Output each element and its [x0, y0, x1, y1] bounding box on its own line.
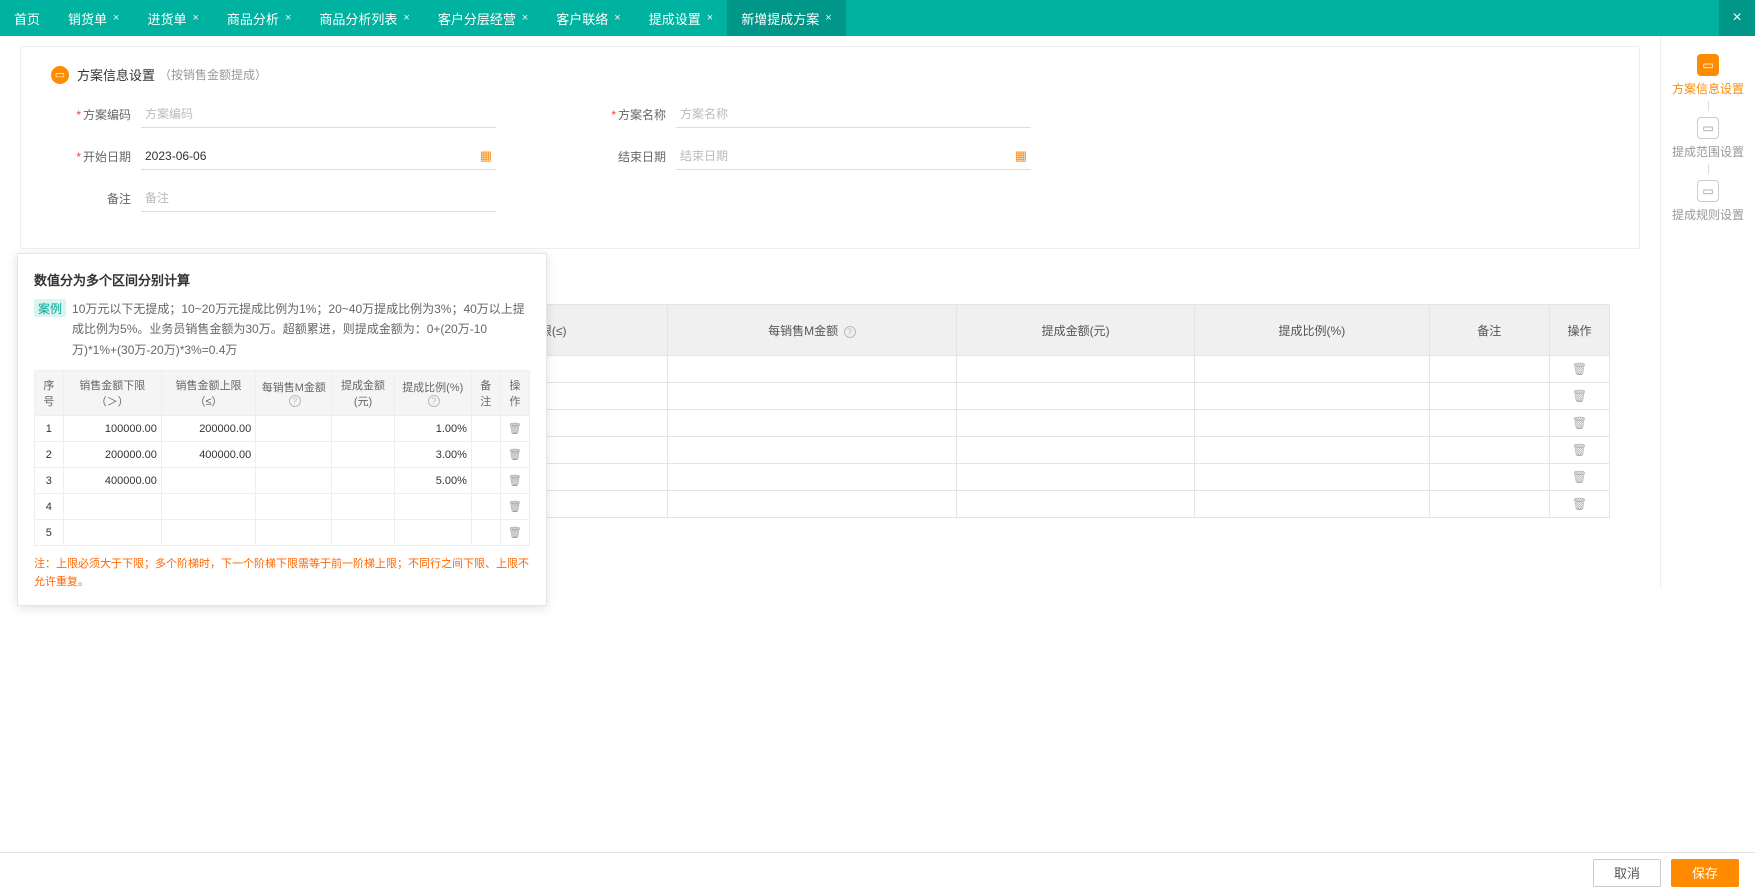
- mini-col-header: 每销售M金额 ?: [256, 371, 332, 416]
- panel-icon: ▭: [51, 66, 69, 84]
- delete-icon[interactable]: 🗑: [1572, 470, 1587, 484]
- tab-首页[interactable]: 首页: [0, 0, 54, 36]
- tooltip-table: 序号销售金额下限（＞）销售金额上限（≤）每销售M金额 ?提成金额(元)提成比例(…: [34, 370, 530, 546]
- delete-icon[interactable]: 🗑: [1572, 389, 1587, 403]
- example-text: 10万元以下无提成；10~20万元提成比例为1%；20~40万提成比例为3%；4…: [72, 299, 530, 360]
- start-date-input[interactable]: [141, 142, 496, 170]
- cancel-button[interactable]: 取消: [1593, 859, 1661, 887]
- mini-col-header: 提成金额(元): [332, 371, 394, 416]
- mini-col-header: 提成比例(%) ?: [394, 371, 471, 416]
- delete-icon[interactable]: 🗑: [1572, 416, 1587, 430]
- mini-row: 3400000.005.00%🗑: [35, 468, 530, 494]
- interval-tooltip: 数值分为多个区间分别计算 案例 10万元以下无提成；10~20万元提成比例为1%…: [17, 253, 547, 606]
- tab-close-icon[interactable]: ×: [113, 12, 119, 24]
- col-header: 备注: [1429, 305, 1549, 356]
- col-header: 操作: [1550, 305, 1610, 356]
- mini-row: 2200000.00400000.003.00%🗑: [35, 442, 530, 468]
- delete-icon[interactable]: 🗑: [1572, 362, 1587, 376]
- tab-商品分析[interactable]: 商品分析×: [213, 0, 305, 36]
- tabbar-close-button[interactable]: ×: [1719, 0, 1755, 36]
- tooltip-title: 数值分为多个区间分别计算: [34, 270, 530, 289]
- delete-icon[interactable]: 🗑: [508, 501, 522, 513]
- step-0[interactable]: ▭方案信息设置: [1661, 54, 1755, 97]
- mini-col-header: 销售金额下限（＞）: [63, 371, 161, 416]
- end-date-label: 结束日期: [618, 150, 666, 164]
- tab-close-icon[interactable]: ×: [192, 12, 198, 24]
- tab-close-icon[interactable]: ×: [285, 12, 291, 24]
- help-icon[interactable]: ?: [844, 326, 856, 338]
- delete-icon[interactable]: 🗑: [508, 475, 522, 487]
- tab-进货单[interactable]: 进货单×: [133, 0, 212, 36]
- top-tab-bar: 首页销货单×进货单×商品分析×商品分析列表×客户分层经营×客户联络×提成设置×新…: [0, 0, 1755, 36]
- delete-icon[interactable]: 🗑: [508, 527, 522, 539]
- step-1[interactable]: ▭提成范围设置: [1661, 117, 1755, 160]
- col-header: 提成比例(%): [1195, 305, 1429, 356]
- tab-商品分析列表[interactable]: 商品分析列表×: [305, 0, 423, 36]
- tab-新增提成方案[interactable]: 新增提成方案×: [727, 0, 845, 36]
- step-icon: ▭: [1697, 117, 1719, 139]
- panel-title: 方案信息设置: [77, 65, 155, 84]
- col-header: 提成金额(元): [957, 305, 1195, 356]
- example-tag: 案例: [34, 299, 66, 317]
- save-button[interactable]: 保存: [1671, 859, 1739, 887]
- tab-close-icon[interactable]: ×: [522, 12, 528, 24]
- mini-row: 4🗑: [35, 494, 530, 520]
- end-date-input[interactable]: [676, 142, 1031, 170]
- tab-提成设置[interactable]: 提成设置×: [635, 0, 727, 36]
- mini-row: 5🗑: [35, 520, 530, 546]
- tab-close-icon[interactable]: ×: [614, 12, 620, 24]
- mini-col-header: 销售金额上限（≤）: [161, 371, 255, 416]
- step-2[interactable]: ▭提成规则设置: [1661, 180, 1755, 223]
- mini-col-header: 序号: [35, 371, 64, 416]
- step-icon: ▭: [1697, 54, 1719, 76]
- col-header: 每销售M金额 ?: [667, 305, 957, 356]
- tab-close-icon[interactable]: ×: [403, 12, 409, 24]
- tab-close-icon[interactable]: ×: [707, 12, 713, 24]
- plan-info-panel: ▭ 方案信息设置 （按销售金额提成） *方案编码 *方案名称 *开始日期 ▦: [20, 46, 1640, 249]
- delete-icon[interactable]: 🗑: [1572, 443, 1587, 457]
- code-label: 方案编码: [83, 108, 131, 122]
- right-step-nav: ▭方案信息设置 ▭提成范围设置 ▭提成规则设置: [1660, 36, 1755, 588]
- mini-row: 1100000.00200000.001.00%🗑: [35, 416, 530, 442]
- code-input[interactable]: [141, 100, 496, 128]
- start-date-label: 开始日期: [83, 150, 131, 164]
- remark-label: 备注: [107, 192, 131, 206]
- delete-icon[interactable]: 🗑: [508, 449, 522, 461]
- tab-客户分层经营[interactable]: 客户分层经营×: [424, 0, 542, 36]
- footer-bar: 取消 保存: [0, 852, 1755, 892]
- remark-input[interactable]: [141, 184, 496, 212]
- step-icon: ▭: [1697, 180, 1719, 202]
- help-icon: ?: [428, 395, 440, 407]
- mini-col-header: 操作: [500, 371, 529, 416]
- tooltip-note: 注：上限必须大于下限；多个阶梯时，下一个阶梯下限需等于前一阶梯上限；不同行之间下…: [34, 556, 530, 591]
- tab-销货单[interactable]: 销货单×: [54, 0, 133, 36]
- name-label: 方案名称: [618, 108, 666, 122]
- mini-col-header: 备注: [471, 371, 500, 416]
- tab-客户联络[interactable]: 客户联络×: [542, 0, 634, 36]
- panel-subtitle: （按销售金额提成）: [159, 66, 267, 83]
- tab-close-icon[interactable]: ×: [825, 12, 831, 24]
- name-input[interactable]: [676, 100, 1031, 128]
- help-icon: ?: [289, 395, 301, 407]
- delete-icon[interactable]: 🗑: [508, 423, 522, 435]
- delete-icon[interactable]: 🗑: [1572, 497, 1587, 511]
